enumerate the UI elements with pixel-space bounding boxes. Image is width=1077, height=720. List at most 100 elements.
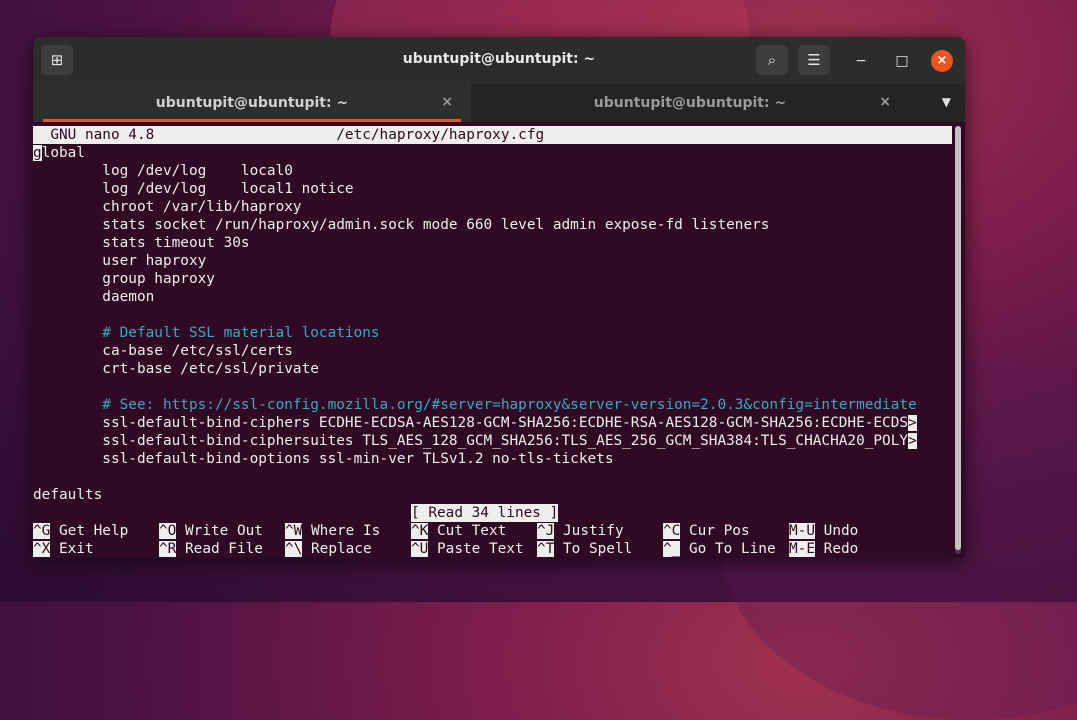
shortcut-item: ^\ Replace bbox=[285, 540, 372, 558]
shortcut-key: ^G bbox=[33, 523, 51, 539]
shortcut-key: ^X bbox=[33, 541, 51, 557]
line-text: defaults bbox=[33, 487, 103, 503]
shortcut-label: Paste Text bbox=[428, 541, 524, 557]
shortcut-key: ^C bbox=[663, 523, 681, 539]
shortcut-key: ^U bbox=[411, 541, 429, 557]
shortcut-item: ^X Exit bbox=[33, 540, 94, 558]
comment-line: # Default SSL material locations bbox=[33, 324, 380, 342]
shortcut-item: ^K Cut Text bbox=[411, 522, 506, 540]
shortcut-key: ^O bbox=[159, 523, 177, 539]
maximize-button[interactable]: □ bbox=[891, 50, 913, 72]
shortcut-key: ^J bbox=[537, 523, 555, 539]
tab-label: ubuntupit@ubuntupit: ~ bbox=[155, 95, 349, 111]
line-text: group haproxy bbox=[33, 271, 215, 287]
shortcut-item: ^_ Go To Line bbox=[663, 540, 776, 558]
terminal-content[interactable]: GNU nano 4.8 /etc/haproxy/haproxy.cfg gl… bbox=[33, 122, 965, 558]
editor-line: log /dev/log local0 bbox=[33, 162, 293, 180]
line-text: crt-base /etc/ssl/private bbox=[33, 361, 319, 377]
line-text: ssl-default-bind-ciphersuites TLS_AES_12… bbox=[33, 433, 909, 449]
shortcut-key: ^K bbox=[411, 523, 429, 539]
minimize-icon: − bbox=[855, 53, 867, 69]
shortcut-key: ^R bbox=[159, 541, 177, 557]
line-text: chroot /var/lib/haproxy bbox=[33, 199, 302, 215]
close-icon: × bbox=[936, 53, 948, 68]
editor-line: crt-base /etc/ssl/private bbox=[33, 360, 319, 378]
shortcut-key: M-U bbox=[789, 523, 815, 539]
terminal-window: ⊞ ubuntupit@ubuntupit: ~ ⌕ ☰ − □ × ubunt… bbox=[33, 37, 965, 558]
shortcut-item: ^O Write Out bbox=[159, 522, 263, 540]
editor-line: defaults bbox=[33, 486, 102, 504]
minimize-button[interactable]: − bbox=[850, 50, 872, 72]
tab-close-icon[interactable]: × bbox=[879, 94, 891, 110]
shortcut-label: Go To Line bbox=[680, 541, 776, 557]
tab-close-icon[interactable]: × bbox=[441, 94, 453, 110]
line-text: stats socket /run/haproxy/admin.sock mod… bbox=[33, 217, 770, 233]
line-text: # See: https://ssl-config.mozilla.org/#s… bbox=[33, 397, 917, 413]
shortcut-label: Cut Text bbox=[428, 523, 507, 539]
editor-line: ssl-default-bind-ciphers ECDHE-ECDSA-AES… bbox=[33, 414, 917, 432]
scrollbar-thumb[interactable] bbox=[955, 126, 961, 550]
shortcut-label: Exit bbox=[50, 541, 94, 557]
shortcut-item: ^J Justify bbox=[537, 522, 624, 540]
shortcut-label: Justify bbox=[554, 523, 624, 539]
close-button[interactable]: × bbox=[931, 50, 953, 72]
tab-terminal-2[interactable]: ubuntupit@ubuntupit: ~ × bbox=[471, 84, 909, 122]
editor-line: global bbox=[33, 144, 85, 162]
line-text: user haproxy bbox=[33, 253, 207, 269]
nano-header: GNU nano 4.8 /etc/haproxy/haproxy.cfg bbox=[33, 126, 952, 144]
title-bar[interactable]: ⊞ ubuntupit@ubuntupit: ~ ⌕ ☰ − □ × bbox=[33, 37, 965, 84]
editor-line: log /dev/log local1 notice bbox=[33, 180, 354, 198]
editor-line: user haproxy bbox=[33, 252, 206, 270]
status-message: [ Read 34 lines ] bbox=[411, 504, 559, 522]
line-text: ssl-default-bind-options ssl-min-ver TLS… bbox=[33, 451, 614, 467]
cursor: g bbox=[33, 145, 42, 161]
editor-line: ca-base /etc/ssl/certs bbox=[33, 342, 293, 360]
editor-line: stats timeout 30s bbox=[33, 234, 250, 252]
editor-line: ssl-default-bind-options ssl-min-ver TLS… bbox=[33, 450, 613, 468]
shortcut-label: Get Help bbox=[50, 523, 129, 539]
search-icon: ⌕ bbox=[767, 51, 777, 69]
shortcut-item: ^W Where Is bbox=[285, 522, 380, 540]
line-overflow-marker: > bbox=[908, 433, 917, 449]
shortcut-label: Read File bbox=[176, 541, 263, 557]
shortcut-item: ^G Get Help bbox=[33, 522, 128, 540]
tab-bar: ubuntupit@ubuntupit: ~ × ubuntupit@ubunt… bbox=[33, 84, 965, 122]
line-text: daemon bbox=[33, 289, 155, 305]
hamburger-menu-icon: ☰ bbox=[807, 51, 821, 69]
tab-terminal-1[interactable]: ubuntupit@ubuntupit: ~ × bbox=[33, 84, 471, 122]
line-text: ssl-default-bind-ciphers ECDHE-ECDSA-AES… bbox=[33, 415, 909, 431]
shortcut-key: M-E bbox=[789, 541, 815, 557]
maximize-icon: □ bbox=[895, 53, 909, 69]
line-text: log /dev/log local1 notice bbox=[33, 181, 354, 197]
shortcut-label: Cur Pos bbox=[680, 523, 750, 539]
shortcut-item: ^U Paste Text bbox=[411, 540, 524, 558]
shortcut-label: Undo bbox=[815, 523, 859, 539]
shortcut-key: ^\ bbox=[285, 541, 303, 557]
shortcut-label: Redo bbox=[815, 541, 859, 557]
line-text: # Default SSL material locations bbox=[33, 325, 380, 341]
shortcut-key: ^T bbox=[537, 541, 555, 557]
shortcut-item: ^C Cur Pos bbox=[663, 522, 750, 540]
search-button[interactable]: ⌕ bbox=[756, 45, 788, 75]
shortcut-label: Replace bbox=[302, 541, 372, 557]
editor-line: daemon bbox=[33, 288, 154, 306]
shortcut-item: M-U Undo bbox=[789, 522, 858, 540]
tab-list-dropdown-icon[interactable]: ▼ bbox=[942, 95, 951, 109]
line-text: lobal bbox=[41, 145, 85, 161]
shortcut-key: ^_ bbox=[663, 541, 681, 557]
line-text: log /dev/log local0 bbox=[33, 163, 293, 179]
comment-line: # See: https://ssl-config.mozilla.org/#s… bbox=[33, 396, 917, 414]
shortcut-key: ^W bbox=[285, 523, 303, 539]
shortcut-label: Where Is bbox=[302, 523, 381, 539]
editor-line: stats socket /run/haproxy/admin.sock mod… bbox=[33, 216, 769, 234]
tab-label: ubuntupit@ubuntupit: ~ bbox=[593, 95, 787, 111]
line-text: stats timeout 30s bbox=[33, 235, 250, 251]
menu-button[interactable]: ☰ bbox=[798, 45, 830, 75]
shortcut-label: To Spell bbox=[554, 541, 633, 557]
shortcut-item: ^T To Spell bbox=[537, 540, 632, 558]
shortcut-label: Write Out bbox=[176, 523, 263, 539]
line-text: ca-base /etc/ssl/certs bbox=[33, 343, 293, 359]
editor-line: ssl-default-bind-ciphersuites TLS_AES_12… bbox=[33, 432, 917, 450]
line-overflow-marker: > bbox=[908, 415, 917, 431]
editor-line: group haproxy bbox=[33, 270, 215, 288]
